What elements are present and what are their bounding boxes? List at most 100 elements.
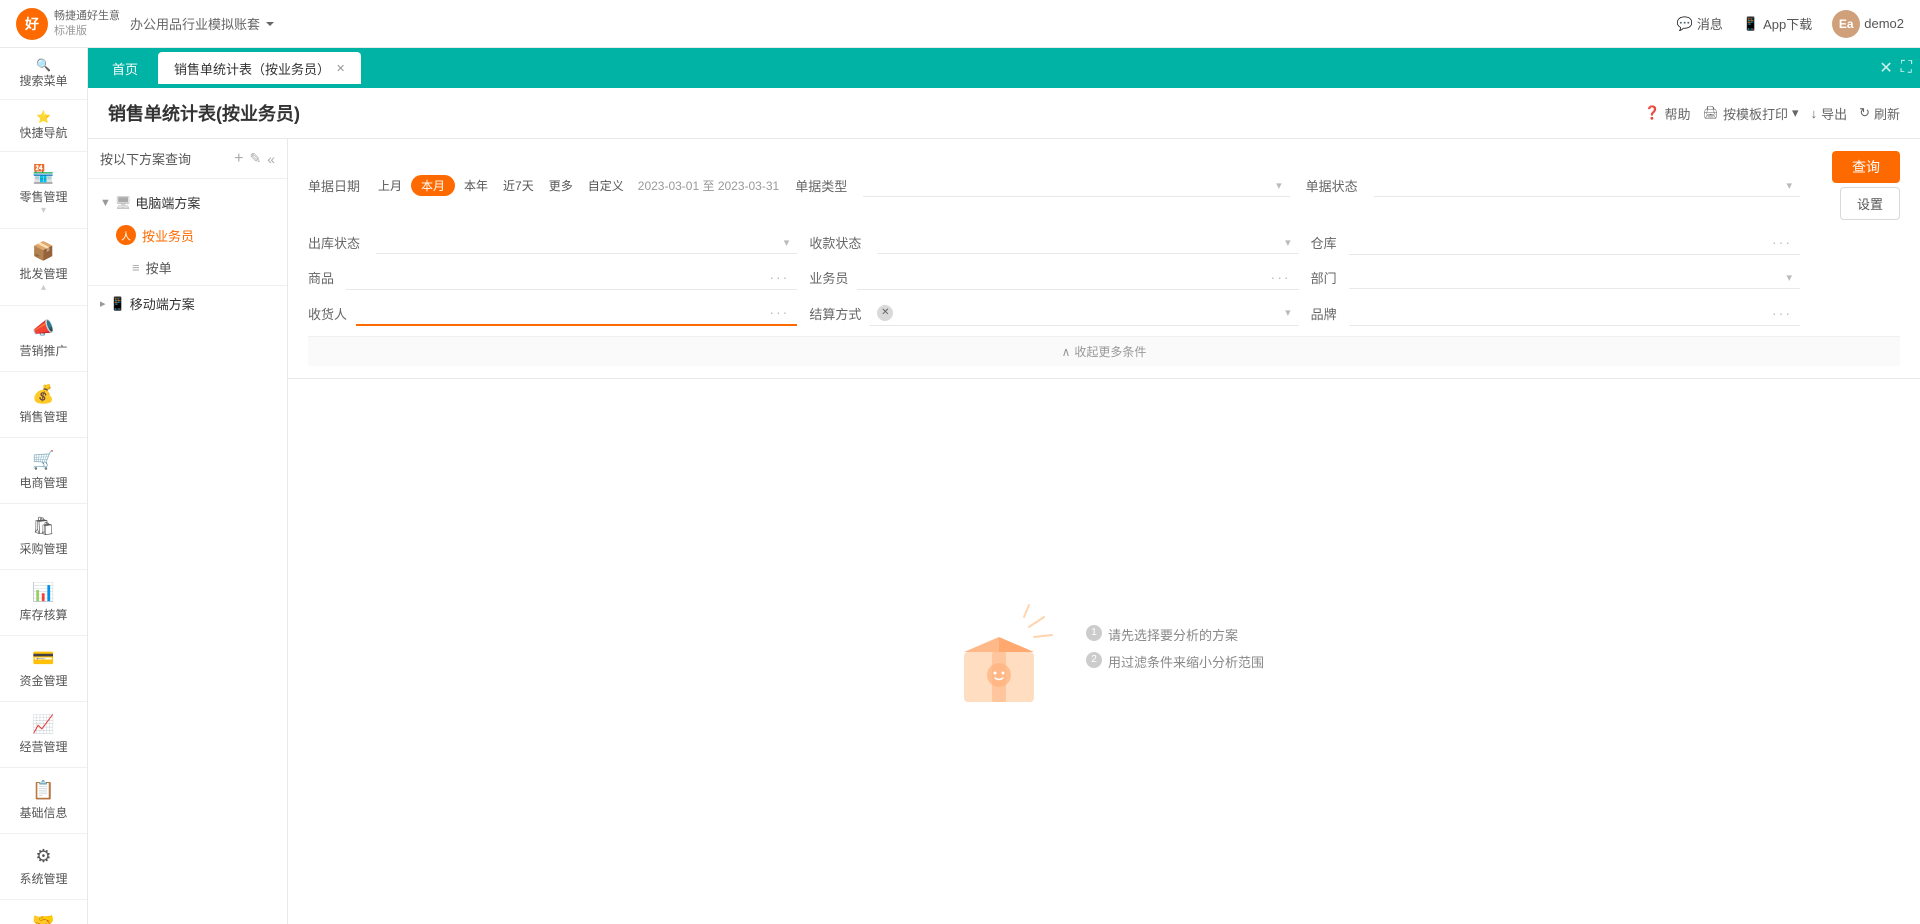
- app-download-button[interactable]: 📱 App下载: [1743, 14, 1812, 33]
- empty-state-inner: 1 请先选择要分析的方案 2 用过滤条件来缩小分析范围: [944, 597, 1264, 707]
- collapse-plan-icon[interactable]: «: [267, 151, 275, 167]
- sidebar-item-search[interactable]: 🔍 搜索菜单: [0, 48, 87, 100]
- workspace-selector[interactable]: 办公用品行业模拟账套: [130, 14, 276, 33]
- date-tab-last-month[interactable]: 上月: [372, 175, 408, 196]
- sidebar-item-finance[interactable]: 💳 资金管理: [0, 636, 87, 702]
- order-type-field: 单据类型 ▾: [795, 175, 1289, 197]
- sidebar-item-sales[interactable]: 💰 销售管理: [0, 372, 87, 438]
- tab-close-icon[interactable]: ✕: [336, 62, 345, 75]
- goods-field: 商品 ···: [308, 265, 797, 290]
- export-button[interactable]: ↓ 导出: [1811, 104, 1848, 123]
- sidebar-item-inventory[interactable]: 📊 库存核算: [0, 570, 87, 636]
- sidebar-item-enterprise[interactable]: 🤝 企业协同: [0, 900, 87, 924]
- brand-control[interactable]: ···: [1349, 301, 1800, 326]
- content-area: 首页 销售单统计表（按业务员） ✕ ✕ ⛶ 销售单统计表(按业务员) ❓ 帮助: [88, 48, 1920, 924]
- consignee-label: 收货人: [308, 304, 348, 323]
- edit-plan-icon[interactable]: ✎: [249, 150, 261, 167]
- tab-home[interactable]: 首页: [96, 52, 154, 84]
- search-icon: 🔍: [36, 58, 51, 72]
- consignee-control[interactable]: ···: [356, 300, 797, 326]
- tree-group-mobile-header[interactable]: ▸ 📱 移动端方案: [88, 288, 287, 319]
- message-icon: 💬: [1677, 16, 1693, 32]
- salesperson-control[interactable]: ···: [857, 265, 1298, 290]
- inventory-icon: 📊: [32, 582, 54, 603]
- collapse-icon: ∧: [1062, 345, 1071, 359]
- filter-table-panel: 单据日期 上月 本月 本年 近7天 更多 自定义 2023-03-01 至 20…: [288, 139, 1920, 924]
- department-label: 部门: [1311, 268, 1341, 287]
- sidebar-item-ecommerce[interactable]: 🛒 电商管理: [0, 438, 87, 504]
- top-bar: 好 畅捷通好生意 标准版 办公用品行业模拟账套 💬 消息 📱 App下载 Ea …: [0, 0, 1920, 48]
- desktop-icon: 🖥: [115, 195, 132, 211]
- warehouse-control[interactable]: ···: [1349, 230, 1800, 255]
- sidebar-item-purchase[interactable]: 🛍 采购管理: [0, 504, 87, 570]
- app-icon: 📱: [1743, 16, 1759, 32]
- tab-close-all-button[interactable]: ✕: [1879, 58, 1892, 78]
- filter-action-buttons: 查询 设置: [1832, 151, 1900, 220]
- tree-group-desktop-header[interactable]: ▼ 🖥 电脑端方案: [88, 187, 287, 218]
- operations-icon: 📈: [32, 714, 54, 735]
- order-status-control[interactable]: ▾: [1374, 175, 1800, 197]
- print-chevron-icon: ▾: [1792, 105, 1799, 121]
- marketing-icon: 📣: [32, 318, 54, 339]
- user-menu[interactable]: Ea demo2: [1832, 10, 1904, 38]
- message-button[interactable]: 💬 消息: [1677, 14, 1723, 33]
- logo-text: 畅捷通好生意 标准版: [54, 9, 120, 38]
- filter-row-2: 出库状态 ▾ 收款状态 ▾: [308, 230, 1900, 255]
- settlement-control[interactable]: ✕ ▾: [869, 301, 1298, 326]
- sidebar-item-basic[interactable]: 📋 基础信息: [0, 768, 87, 834]
- warehouse-dots: ···: [1772, 234, 1792, 250]
- salesperson-dots: ···: [1271, 269, 1291, 285]
- sidebar-item-retail[interactable]: 🏪 零售管理 ▾: [0, 152, 87, 229]
- add-plan-icon[interactable]: +: [234, 150, 243, 168]
- sidebar-item-shortcut[interactable]: ⭐ 快捷导航: [0, 100, 87, 152]
- warehouse-field: 仓库 ···: [1311, 230, 1800, 255]
- date-tabs-container: 上月 本月 本年 近7天 更多 自定义: [372, 175, 630, 196]
- tree-item-by-order[interactable]: ≡ 按单: [88, 252, 287, 283]
- query-button[interactable]: 查询: [1832, 151, 1900, 183]
- date-tab-more[interactable]: 更多: [543, 175, 579, 196]
- consignee-dots: ···: [769, 304, 789, 320]
- empty-tip-2: 2 用过滤条件来缩小分析范围: [1086, 652, 1264, 671]
- date-range-text: 2023-03-01 至 2023-03-31: [638, 177, 779, 194]
- logo-area: 好 畅捷通好生意 标准版: [16, 8, 120, 40]
- filter-row-3: 商品 ··· 业务员 ···: [308, 265, 1900, 290]
- page-header-actions: ❓ 帮助 🖨 按模板打印 ▾ ↓ 导出 ↻ 刷新: [1644, 104, 1900, 123]
- date-tab-7days[interactable]: 近7天: [497, 175, 540, 196]
- sidebar-item-marketing[interactable]: 📣 营销推广: [0, 306, 87, 372]
- receipt-status-control[interactable]: ▾: [877, 232, 1298, 254]
- help-button[interactable]: ❓ 帮助: [1644, 104, 1690, 123]
- collapse-conditions-button[interactable]: ∧ 收起更多条件: [308, 336, 1900, 366]
- tab-expand-button[interactable]: ⛶: [1901, 59, 1912, 77]
- empty-state: 1 请先选择要分析的方案 2 用过滤条件来缩小分析范围: [288, 379, 1920, 924]
- refresh-button[interactable]: ↻ 刷新: [1859, 104, 1900, 123]
- date-tab-custom[interactable]: 自定义: [582, 175, 630, 196]
- tree-item-by-salesperson[interactable]: 人 按业务员: [88, 218, 287, 252]
- department-control[interactable]: ▾: [1349, 267, 1800, 289]
- settlement-tag-close[interactable]: ✕: [877, 305, 893, 321]
- plan-panel-header: 按以下方案查询 + ✎ «: [88, 139, 287, 179]
- tip-num-2: 2: [1086, 652, 1102, 668]
- empty-tips: 1 请先选择要分析的方案 2 用过滤条件来缩小分析范围: [1086, 625, 1264, 679]
- print-icon: 🖨: [1703, 105, 1720, 121]
- sidebar-item-system[interactable]: ⚙ 系统管理: [0, 834, 87, 900]
- sidebar-item-wholesale[interactable]: 📦 批发管理 ▴: [0, 229, 87, 306]
- template-print-button[interactable]: 🖨 按模板打印 ▾: [1703, 104, 1799, 123]
- tree-group-desktop: ▼ 🖥 电脑端方案 人 按业务员 ≡ 按单: [88, 187, 287, 283]
- brand-label: 品牌: [1311, 304, 1341, 323]
- settings-button[interactable]: 设置: [1840, 187, 1900, 220]
- storage-status-control[interactable]: ▾: [376, 232, 797, 254]
- date-filter-field: 单据日期 上月 本月 本年 近7天 更多 自定义 2023-03-01 至 20…: [308, 175, 779, 196]
- top-bar-right: 💬 消息 📱 App下载 Ea demo2: [1677, 10, 1904, 38]
- page-header: 销售单统计表(按业务员) ❓ 帮助 🖨 按模板打印 ▾ ↓ 导出: [88, 88, 1920, 139]
- storage-status-field: 出库状态 ▾: [308, 230, 797, 255]
- star-icon: ⭐: [36, 110, 51, 124]
- date-tab-this-year[interactable]: 本年: [458, 175, 494, 196]
- empty-tip-1: 1 请先选择要分析的方案: [1086, 625, 1264, 644]
- tab-sales-stat[interactable]: 销售单统计表（按业务员） ✕: [158, 52, 361, 84]
- goods-control[interactable]: ···: [346, 265, 797, 290]
- sidebar-item-operations[interactable]: 📈 经营管理: [0, 702, 87, 768]
- order-type-control[interactable]: ▾: [863, 175, 1289, 197]
- date-tab-this-month[interactable]: 本月: [411, 175, 455, 196]
- filter-section: 单据日期 上月 本月 本年 近7天 更多 自定义 2023-03-01 至 20…: [288, 139, 1920, 379]
- purchase-icon: 🛍: [32, 516, 55, 537]
